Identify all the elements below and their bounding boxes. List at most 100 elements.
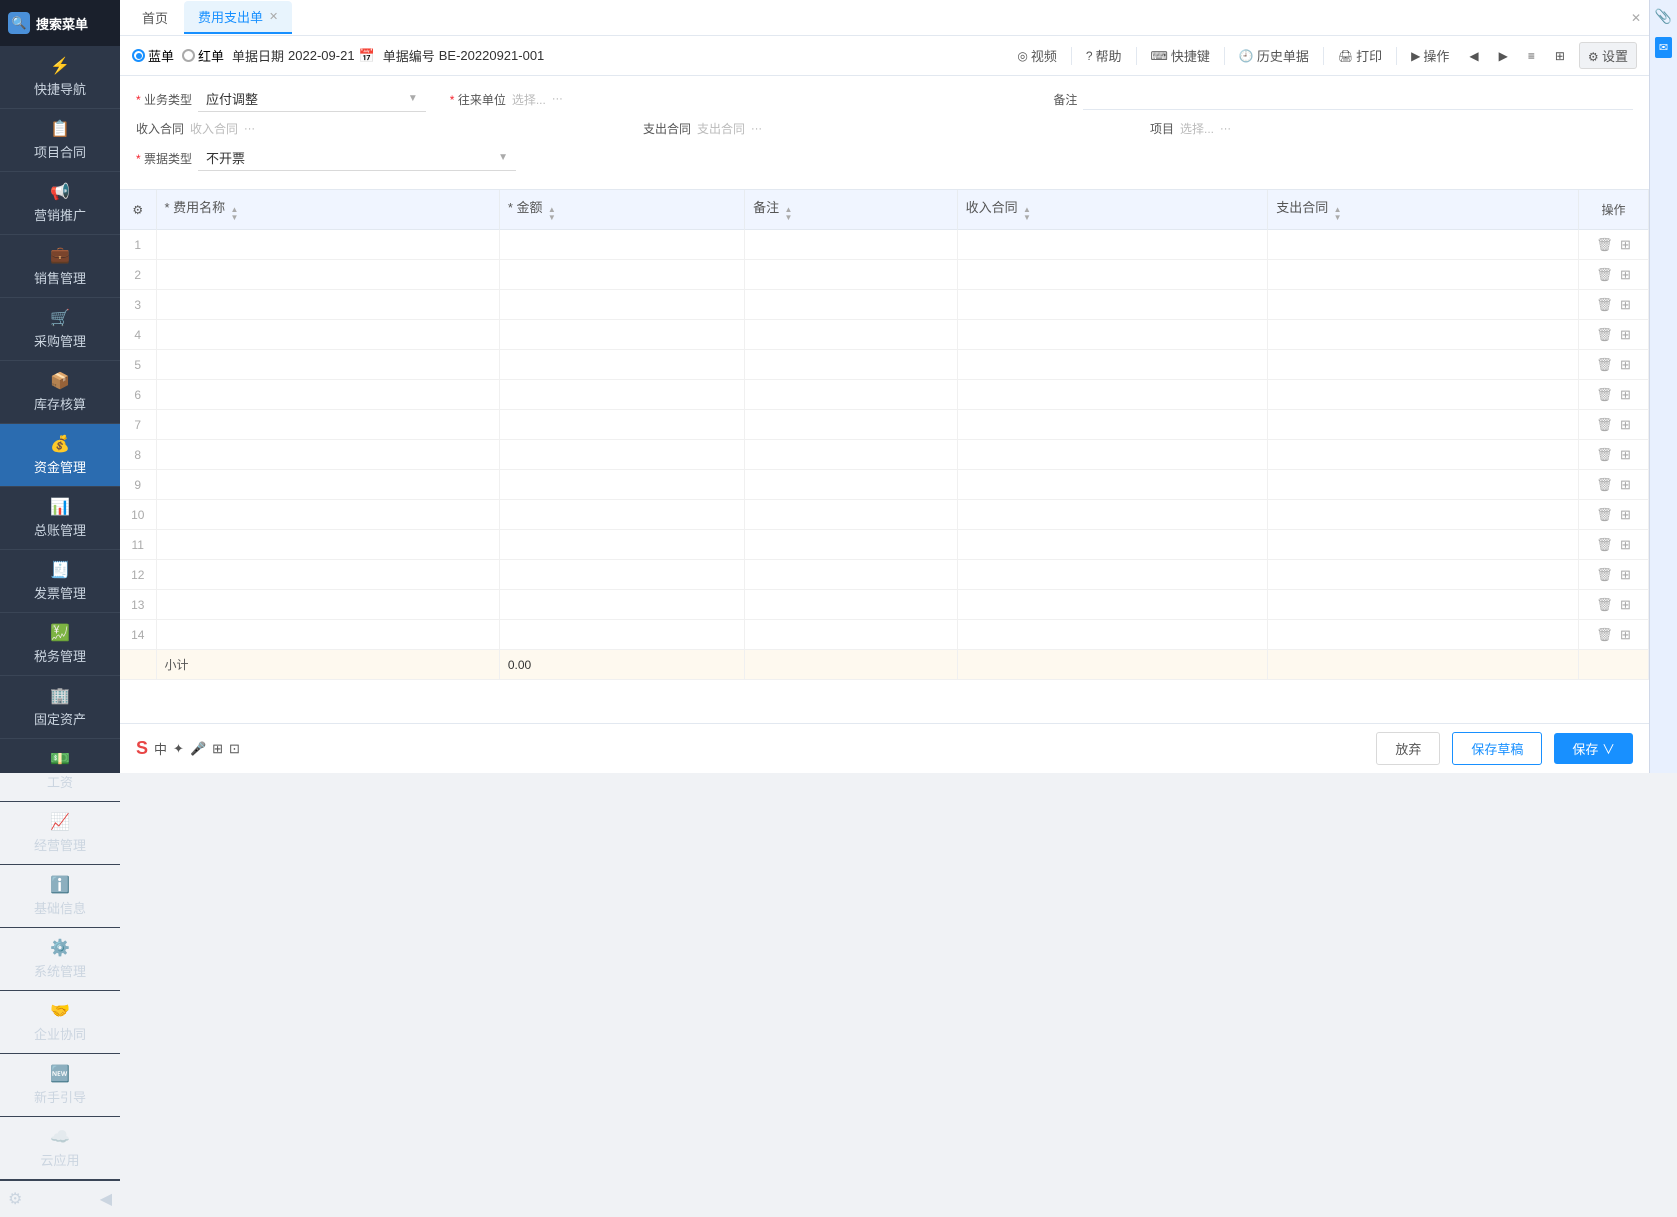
sidebar-item-sales[interactable]: 💼 销售管理 bbox=[0, 235, 120, 298]
delete-icon-12[interactable]: 🗑 bbox=[1596, 567, 1613, 582]
radio-red[interactable]: 红单 bbox=[182, 46, 224, 65]
tab-home[interactable]: 首页 bbox=[128, 2, 182, 33]
row-income-contract-10[interactable] bbox=[957, 500, 1268, 530]
sidebar-item-fund[interactable]: 💰 资金管理 bbox=[0, 424, 120, 487]
sidebar-item-ledger[interactable]: 📊 总账管理 bbox=[0, 487, 120, 550]
copy-icon-10[interactable]: ⊞ bbox=[1620, 507, 1631, 522]
sort-income[interactable]: ▲▼ bbox=[1023, 206, 1031, 222]
sidebar-item-quick-nav[interactable]: ⚡ 快捷导航 bbox=[0, 46, 120, 109]
row-remark-6[interactable] bbox=[745, 380, 958, 410]
row-income-contract-11[interactable] bbox=[957, 530, 1268, 560]
sidebar-item-corp-collab[interactable]: 🤝 企业协同 bbox=[0, 991, 120, 1054]
settings-button[interactable]: ⚙ 设置 bbox=[1579, 42, 1637, 69]
copy-icon-11[interactable]: ⊞ bbox=[1620, 537, 1631, 552]
save-draft-button[interactable]: 保存草稿 bbox=[1452, 732, 1542, 765]
btn-shortcut[interactable]: ⌨ 快捷键 bbox=[1145, 44, 1216, 67]
sidebar-item-invoice[interactable]: 🧾 发票管理 bbox=[0, 550, 120, 613]
row-remark-5[interactable] bbox=[745, 350, 958, 380]
row-remark-10[interactable] bbox=[745, 500, 958, 530]
row-expense-name-6[interactable] bbox=[156, 380, 499, 410]
discard-button[interactable]: 放弃 bbox=[1376, 732, 1440, 765]
row-income-contract-5[interactable] bbox=[957, 350, 1268, 380]
sidebar-item-fixed-assets[interactable]: 🏢 固定资产 bbox=[0, 676, 120, 739]
copy-icon-5[interactable]: ⊞ bbox=[1620, 357, 1631, 372]
row-expense-name-1[interactable] bbox=[156, 230, 499, 260]
sort-expense[interactable]: ▲▼ bbox=[1334, 206, 1342, 222]
copy-icon-13[interactable]: ⊞ bbox=[1620, 597, 1631, 612]
row-expense-contract-12[interactable] bbox=[1268, 560, 1579, 590]
delete-icon-11[interactable]: 🗑 bbox=[1596, 537, 1613, 552]
row-expense-name-14[interactable] bbox=[156, 620, 499, 650]
delete-icon-5[interactable]: 🗑 bbox=[1596, 357, 1613, 372]
row-expense-name-2[interactable] bbox=[156, 260, 499, 290]
row-amount-1[interactable] bbox=[499, 230, 744, 260]
row-remark-4[interactable] bbox=[745, 320, 958, 350]
delete-icon-8[interactable]: 🗑 bbox=[1596, 447, 1613, 462]
delete-icon-4[interactable]: 🗑 bbox=[1596, 327, 1613, 342]
row-remark-14[interactable] bbox=[745, 620, 958, 650]
delete-icon-10[interactable]: 🗑 bbox=[1596, 507, 1613, 522]
row-expense-name-5[interactable] bbox=[156, 350, 499, 380]
sort-expense-name[interactable]: ▲▼ bbox=[231, 206, 239, 222]
copy-icon-7[interactable]: ⊞ bbox=[1620, 417, 1631, 432]
delete-icon-7[interactable]: 🗑 bbox=[1596, 417, 1613, 432]
row-remark-11[interactable] bbox=[745, 530, 958, 560]
save-button[interactable]: 保存 ∨ bbox=[1554, 733, 1633, 764]
row-remark-12[interactable] bbox=[745, 560, 958, 590]
row-income-contract-8[interactable] bbox=[957, 440, 1268, 470]
row-remark-9[interactable] bbox=[745, 470, 958, 500]
copy-icon-1[interactable]: ⊞ bbox=[1620, 237, 1631, 252]
income-contract-dots[interactable]: ··· bbox=[244, 123, 255, 135]
btn-grid-view[interactable]: ⊞ bbox=[1549, 47, 1571, 65]
sidebar-item-operations[interactable]: 📈 经营管理 bbox=[0, 802, 120, 865]
date-value[interactable]: 2022-09-21 bbox=[288, 48, 355, 63]
btn-history[interactable]: 🕘 历史单据 bbox=[1233, 44, 1315, 67]
row-income-contract-3[interactable] bbox=[957, 290, 1268, 320]
delete-icon-9[interactable]: 🗑 bbox=[1596, 477, 1613, 492]
btn-video[interactable]: ◎ 视频 bbox=[1011, 44, 1063, 67]
row-amount-4[interactable] bbox=[499, 320, 744, 350]
row-expense-name-13[interactable] bbox=[156, 590, 499, 620]
sidebar-item-basic-info[interactable]: ℹ️ 基础信息 bbox=[0, 865, 120, 928]
row-expense-contract-14[interactable] bbox=[1268, 620, 1579, 650]
row-amount-10[interactable] bbox=[499, 500, 744, 530]
row-remark-2[interactable] bbox=[745, 260, 958, 290]
copy-icon-9[interactable]: ⊞ bbox=[1620, 477, 1631, 492]
btn-action[interactable]: ▶ 操作 bbox=[1405, 44, 1455, 67]
row-amount-11[interactable] bbox=[499, 530, 744, 560]
remark-input[interactable] bbox=[1083, 89, 1633, 110]
row-expense-name-10[interactable] bbox=[156, 500, 499, 530]
delete-icon-3[interactable]: 🗑 bbox=[1596, 297, 1613, 312]
delete-icon-13[interactable]: 🗑 bbox=[1596, 597, 1613, 612]
row-amount-2[interactable] bbox=[499, 260, 744, 290]
copy-icon-3[interactable]: ⊞ bbox=[1620, 297, 1631, 312]
btn-print[interactable]: 🖨 打印 bbox=[1332, 44, 1388, 67]
sidebar-item-payroll[interactable]: 💵 工资 bbox=[0, 739, 120, 802]
row-amount-12[interactable] bbox=[499, 560, 744, 590]
row-amount-9[interactable] bbox=[499, 470, 744, 500]
edge-icon-1[interactable]: 📎 bbox=[1655, 8, 1672, 25]
delete-icon-6[interactable]: 🗑 bbox=[1596, 387, 1613, 402]
row-expense-contract-5[interactable] bbox=[1268, 350, 1579, 380]
row-amount-14[interactable] bbox=[499, 620, 744, 650]
copy-icon-6[interactable]: ⊞ bbox=[1620, 387, 1631, 402]
row-expense-name-3[interactable] bbox=[156, 290, 499, 320]
row-income-contract-13[interactable] bbox=[957, 590, 1268, 620]
tab-expense[interactable]: 费用支出单 ✕ bbox=[184, 1, 292, 34]
row-expense-contract-1[interactable] bbox=[1268, 230, 1579, 260]
row-remark-7[interactable] bbox=[745, 410, 958, 440]
row-income-contract-7[interactable] bbox=[957, 410, 1268, 440]
sidebar-item-cloud-app[interactable]: ☁️ 云应用 bbox=[0, 1117, 120, 1180]
delete-icon-2[interactable]: 🗑 bbox=[1596, 267, 1613, 282]
sort-amount[interactable]: ▲▼ bbox=[548, 206, 556, 222]
row-remark-1[interactable] bbox=[745, 230, 958, 260]
delete-icon-1[interactable]: 🗑 bbox=[1596, 237, 1613, 252]
row-expense-contract-7[interactable] bbox=[1268, 410, 1579, 440]
sidebar-search-label[interactable]: 搜索菜单 bbox=[36, 14, 88, 33]
row-income-contract-12[interactable] bbox=[957, 560, 1268, 590]
radio-blue[interactable]: 蓝单 bbox=[132, 46, 174, 65]
row-expense-contract-2[interactable] bbox=[1268, 260, 1579, 290]
row-amount-5[interactable] bbox=[499, 350, 744, 380]
row-expense-contract-9[interactable] bbox=[1268, 470, 1579, 500]
row-amount-6[interactable] bbox=[499, 380, 744, 410]
